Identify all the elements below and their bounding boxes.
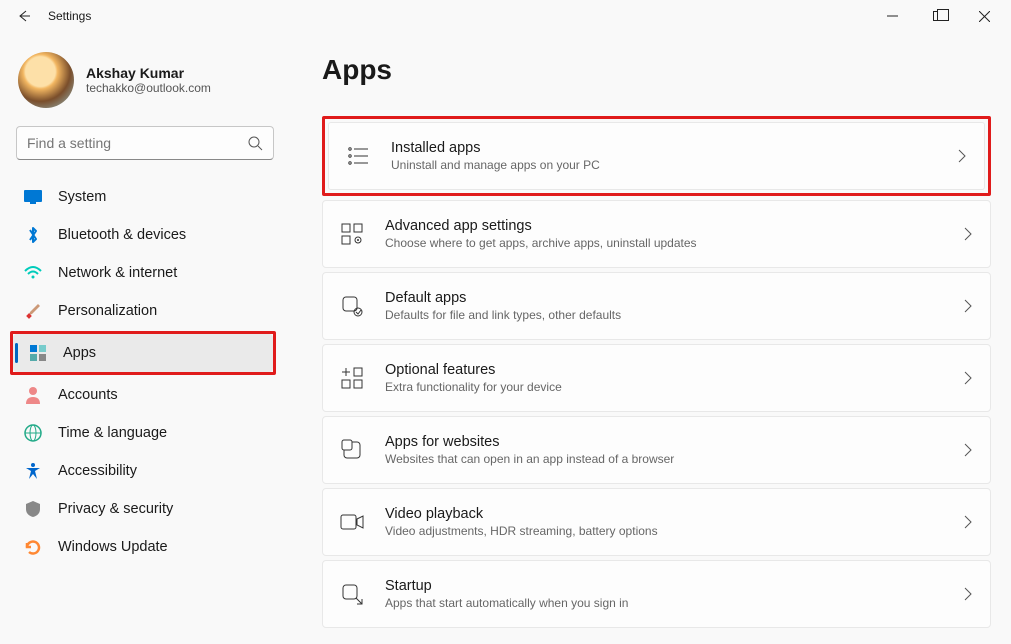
search-box[interactable] [16,126,274,160]
window-title: Settings [48,9,91,23]
sidebar: Akshay Kumar techakko@outlook.com System… [0,32,292,644]
shield-icon [24,500,42,518]
card-subtitle: Uninstall and manage apps on your PC [391,158,600,172]
sidebar-item-time-language[interactable]: Time & language [8,414,282,452]
chevron-right-icon [964,371,972,385]
search-input[interactable] [27,135,247,151]
minimize-button[interactable] [869,0,915,32]
card-title: Default apps [385,290,621,306]
monitor-icon [24,188,42,206]
profile-name: Akshay Kumar [86,65,211,81]
sidebar-item-network[interactable]: Network & internet [8,254,282,292]
card-video-playback[interactable]: Video playback Video adjustments, HDR st… [322,488,991,556]
card-title: Optional features [385,362,562,378]
titlebar: Settings [0,0,1011,32]
bluetooth-icon [24,226,42,244]
window-controls [869,0,1007,32]
main-panel: Apps Installed apps Uninstall and manage… [292,32,1011,644]
app-website-icon [339,437,365,463]
sidebar-item-accounts[interactable]: Accounts [8,376,282,414]
grid-gear-icon [339,221,365,247]
search-icon [247,135,263,151]
list-icon [345,143,371,169]
chevron-right-icon [958,149,966,163]
wifi-icon [24,264,42,282]
sidebar-item-bluetooth[interactable]: Bluetooth & devices [8,216,282,254]
chevron-right-icon [964,515,972,529]
card-title: Advanced app settings [385,218,697,234]
close-button[interactable] [961,0,1007,32]
sidebar-item-label: Time & language [58,425,167,441]
card-subtitle: Defaults for file and link types, other … [385,308,621,322]
profile[interactable]: Akshay Kumar techakko@outlook.com [8,48,282,126]
sidebar-item-apps[interactable]: Apps [13,334,273,372]
grid-plus-icon [339,365,365,391]
card-title: Installed apps [391,140,600,156]
card-subtitle: Extra functionality for your device [385,380,562,394]
sidebar-item-label: Accessibility [58,463,137,479]
sidebar-item-system[interactable]: System [8,178,282,216]
restore-button[interactable] [915,0,961,32]
sidebar-nav: System Bluetooth & devices Network & int… [8,178,282,566]
profile-email: techakko@outlook.com [86,81,211,95]
default-app-icon [339,293,365,319]
card-default-apps[interactable]: Default apps Defaults for file and link … [322,272,991,340]
sidebar-item-privacy[interactable]: Privacy & security [8,490,282,528]
update-icon [24,538,42,556]
sidebar-item-label: Network & internet [58,265,177,281]
sidebar-item-label: Windows Update [58,539,168,555]
video-icon [339,509,365,535]
chevron-right-icon [964,299,972,313]
avatar [18,52,74,108]
startup-icon [339,581,365,607]
card-optional-features[interactable]: Optional features Extra functionality fo… [322,344,991,412]
highlight-apps: Apps [10,331,276,375]
sidebar-item-update[interactable]: Windows Update [8,528,282,566]
brush-icon [24,302,42,320]
card-subtitle: Choose where to get apps, archive apps, … [385,236,697,250]
card-title: Apps for websites [385,434,674,450]
back-button[interactable] [4,8,44,24]
sidebar-item-label: Accounts [58,387,118,403]
globe-clock-icon [24,424,42,442]
sidebar-item-personalization[interactable]: Personalization [8,292,282,330]
card-apps-websites[interactable]: Apps for websites Websites that can open… [322,416,991,484]
card-subtitle: Video adjustments, HDR streaming, batter… [385,524,658,538]
card-subtitle: Websites that can open in an app instead… [385,452,674,466]
chevron-right-icon [964,227,972,241]
sidebar-item-label: Apps [63,345,96,361]
sidebar-item-label: Personalization [58,303,157,319]
apps-icon [29,344,47,362]
sidebar-item-label: System [58,189,106,205]
card-title: Video playback [385,506,658,522]
chevron-right-icon [964,443,972,457]
sidebar-item-label: Privacy & security [58,501,173,517]
page-title: Apps [322,54,991,86]
card-subtitle: Apps that start automatically when you s… [385,596,628,610]
card-installed-apps[interactable]: Installed apps Uninstall and manage apps… [328,122,985,190]
accessibility-icon [24,462,42,480]
card-title: Startup [385,578,628,594]
chevron-right-icon [964,587,972,601]
card-startup[interactable]: Startup Apps that start automatically wh… [322,560,991,628]
person-icon [24,386,42,404]
sidebar-item-accessibility[interactable]: Accessibility [8,452,282,490]
card-advanced-settings[interactable]: Advanced app settings Choose where to ge… [322,200,991,268]
sidebar-item-label: Bluetooth & devices [58,227,186,243]
highlight-installed-apps: Installed apps Uninstall and manage apps… [322,116,991,196]
